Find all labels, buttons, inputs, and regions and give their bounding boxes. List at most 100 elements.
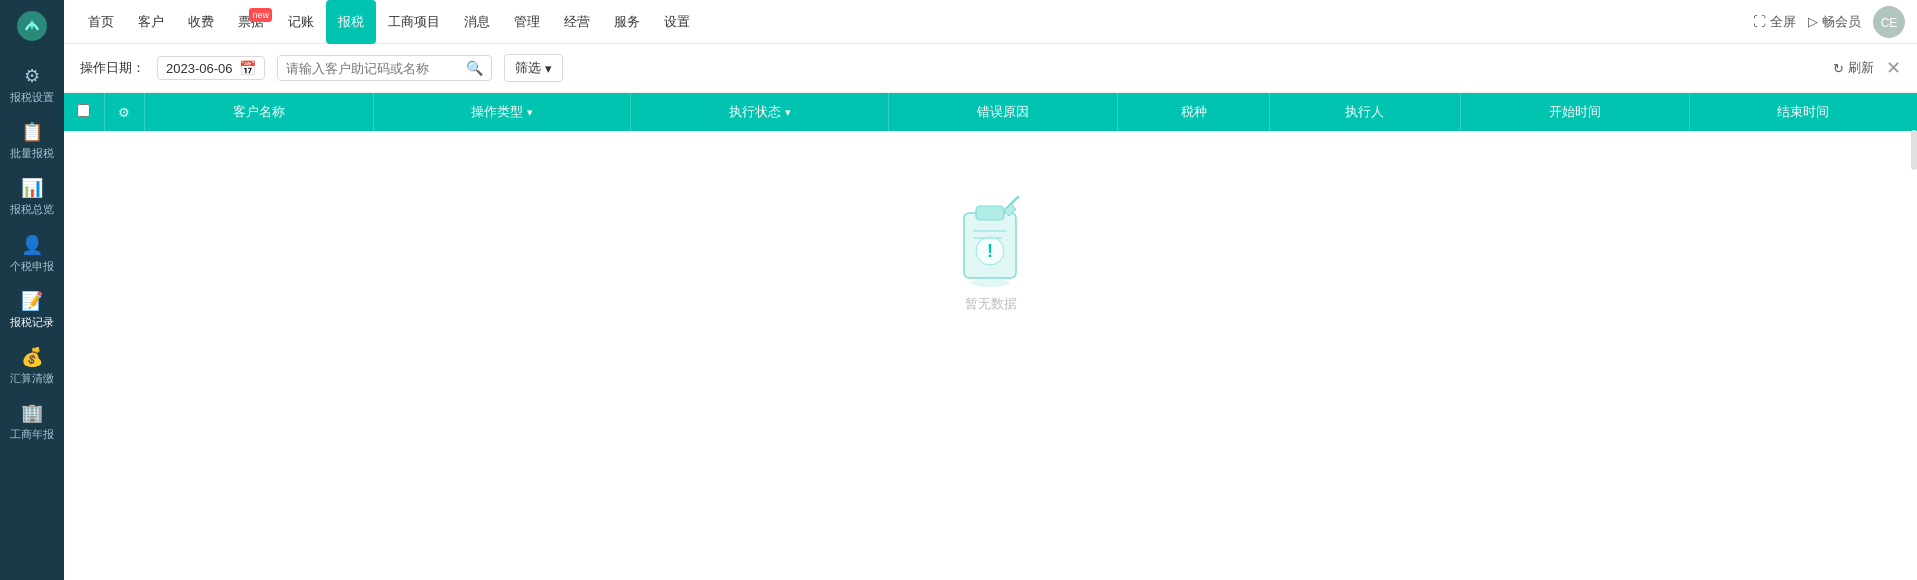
nav-item-guanli[interactable]: 管理 xyxy=(502,0,552,44)
sidebar-icon-baoshuijilu: 📝 xyxy=(20,289,44,313)
table-container: ⚙ 客户名称 操作类型 ▾ 执行状态 ▾ xyxy=(64,93,1917,580)
member-label: 畅会员 xyxy=(1822,13,1861,31)
sidebar-icon-gongshangnianbaoa: 🏢 xyxy=(20,401,44,425)
th-checkbox[interactable] xyxy=(64,93,104,131)
th-customer-name: 客户名称 xyxy=(144,93,373,131)
sidebar-label-baoshuishezhi: 报税设置 xyxy=(10,91,54,104)
top-navigation: 首页 客户 收费票据new 记账 报税 工商项目 消息 管理 经营 服务 设置 ⛶ 全屏 ▷ 畅会员… xyxy=(64,0,1917,44)
sort-icon-status: ▾ xyxy=(785,106,791,118)
nav-item-xiaoxi[interactable]: 消息 xyxy=(452,0,502,44)
svg-rect-4 xyxy=(976,206,1004,220)
empty-state-row: ! xyxy=(64,131,1917,373)
sidebar-icon-geshuishenbaoa: 👤 xyxy=(20,233,44,257)
sidebar-icon-baoshuizonglan: 📊 xyxy=(20,176,44,200)
toolbar: 操作日期： 2023-06-06 📅 🔍 筛选 ▾ ↻ 刷新 xyxy=(64,44,1917,93)
main-area: 首页 客户 收费票据new 记账 报税 工商项目 消息 管理 经营 服务 设置 ⛶ 全屏 ▷ 畅会员… xyxy=(64,0,1917,580)
nav-label-kehu: 客户 xyxy=(138,13,164,31)
empty-state: ! xyxy=(64,131,1917,373)
sidebar-label-geshuishenbaoa: 个税申报 xyxy=(10,260,54,273)
sidebar-label-huisuanqingsuoan: 汇算清缴 xyxy=(10,372,54,385)
date-input[interactable]: 2023-06-06 📅 xyxy=(157,56,265,80)
nav-label-fuwu: 服务 xyxy=(614,13,640,31)
nav-item-fuwu[interactable]: 服务 xyxy=(602,0,652,44)
toolbar-right: ↻ 刷新 ✕ xyxy=(1833,59,1901,77)
date-label: 操作日期： xyxy=(80,59,145,77)
nav-label-shezhi: 设置 xyxy=(664,13,690,31)
badge-piao: new xyxy=(249,8,272,22)
empty-illustration: ! xyxy=(946,191,1036,291)
close-button[interactable]: ✕ xyxy=(1886,59,1901,77)
content-area: 操作日期： 2023-06-06 📅 🔍 筛选 ▾ ↻ 刷新 xyxy=(64,44,1917,580)
th-gear[interactable]: ⚙ xyxy=(104,93,144,131)
select-all-checkbox[interactable] xyxy=(77,104,90,117)
fullscreen-button[interactable]: ⛶ 全屏 xyxy=(1753,13,1796,31)
sidebar-item-baoshuishezhi[interactable]: ⚙ 报税设置 xyxy=(6,56,58,112)
fullscreen-label: 全屏 xyxy=(1770,13,1796,31)
table-header-row: ⚙ 客户名称 操作类型 ▾ 执行状态 ▾ xyxy=(64,93,1917,131)
member-button[interactable]: ▷ 畅会员 xyxy=(1808,13,1861,31)
sidebar-item-piliangbaoshui[interactable]: 📋 批量报税 xyxy=(6,112,58,168)
sidebar-item-huisuanqingsuoan[interactable]: 💰 汇算清缴 xyxy=(6,337,58,393)
th-error-reason: 错误原因 xyxy=(889,93,1118,131)
nav-item-gongshangxiangmu[interactable]: 工商项目 xyxy=(376,0,452,44)
sidebar: ⚙ 报税设置 📋 批量报税 📊 报税总览 👤 个税申报 📝 报税记录 💰 汇算清… xyxy=(0,0,64,580)
sidebar-label-piliangbaoshui: 批量报税 xyxy=(10,147,54,160)
nav-label-jizhang: 记账 xyxy=(288,13,314,31)
filter-button[interactable]: 筛选 ▾ xyxy=(504,54,563,82)
refresh-button[interactable]: ↻ 刷新 xyxy=(1833,59,1874,77)
nav-item-shouye[interactable]: 首页 xyxy=(76,0,126,44)
sidebar-label-baoshuijilu: 报税记录 xyxy=(10,316,54,329)
nav-label-shouye: 首页 xyxy=(88,13,114,31)
nav-label-xiaoxi: 消息 xyxy=(464,13,490,31)
th-end-time: 结束时间 xyxy=(1689,93,1917,131)
video-icon: ▷ xyxy=(1808,14,1818,29)
nav-item-baoshui[interactable]: 报税 xyxy=(326,0,376,44)
nav-label-gongshangxiangmu: 工商项目 xyxy=(388,13,440,31)
svg-text:!: ! xyxy=(987,241,993,261)
search-input[interactable] xyxy=(278,57,458,80)
search-button[interactable]: 🔍 xyxy=(458,56,491,80)
scrollbar-thumb[interactable] xyxy=(1911,130,1917,170)
sidebar-item-gongshangnianbaoa[interactable]: 🏢 工商年报 xyxy=(6,393,58,449)
sort-icon-operation: ▾ xyxy=(527,106,533,118)
nav-item-shezhi[interactable]: 设置 xyxy=(652,0,702,44)
sidebar-label-baoshuizonglan: 报税总览 xyxy=(10,203,54,216)
nav-item-kehu[interactable]: 客户 xyxy=(126,0,176,44)
svg-text:CE: CE xyxy=(1881,16,1898,30)
refresh-label: 刷新 xyxy=(1848,59,1874,77)
fullscreen-icon: ⛶ xyxy=(1753,14,1766,29)
sidebar-icon-piliangbaoshui: 📋 xyxy=(20,120,44,144)
th-execution-status[interactable]: 执行状态 ▾ xyxy=(631,93,889,131)
gear-icon: ⚙ xyxy=(118,105,130,120)
nav-item-shoufeii[interactable]: 收费 xyxy=(176,0,226,44)
th-start-time: 开始时间 xyxy=(1460,93,1689,131)
nav-item-jingying[interactable]: 经营 xyxy=(552,0,602,44)
th-operation-type[interactable]: 操作类型 ▾ xyxy=(373,93,631,131)
date-value: 2023-06-06 xyxy=(166,61,233,76)
sidebar-icon-huisuanqingsuoan: 💰 xyxy=(20,345,44,369)
nav-label-baoshui: 报税 xyxy=(338,13,364,31)
logo xyxy=(14,8,50,44)
filter-label: 筛选 xyxy=(515,59,541,77)
nav-item-jizhang[interactable]: 记账 xyxy=(276,0,326,44)
chevron-down-icon: ▾ xyxy=(545,61,552,76)
user-avatar[interactable]: CE xyxy=(1873,6,1905,38)
sidebar-item-geshuishenbaoa[interactable]: 👤 个税申报 xyxy=(6,225,58,281)
search-wrap: 🔍 xyxy=(277,55,492,81)
th-tax-type: 税种 xyxy=(1118,93,1270,131)
empty-text: 暂无数据 xyxy=(965,295,1017,313)
calendar-icon: 📅 xyxy=(239,60,256,76)
sidebar-item-baoshuijilu[interactable]: 📝 报税记录 xyxy=(6,281,58,337)
nav-label-guanli: 管理 xyxy=(514,13,540,31)
page-area: 操作日期： 2023-06-06 📅 🔍 筛选 ▾ ↻ 刷新 xyxy=(64,44,1917,580)
nav-label-shoufeii: 收费 xyxy=(188,13,214,31)
nav-label-jingying: 经营 xyxy=(564,13,590,31)
sidebar-icon-baoshuishezhi: ⚙ xyxy=(20,64,44,88)
sidebar-label-gongshangnianbaoa: 工商年报 xyxy=(10,428,54,441)
refresh-icon: ↻ xyxy=(1833,61,1844,76)
svg-point-11 xyxy=(970,279,1010,287)
nav-item-piao[interactable]: 票据new xyxy=(226,0,276,44)
data-table: ⚙ 客户名称 操作类型 ▾ 执行状态 ▾ xyxy=(64,93,1917,373)
sidebar-item-baoshuizonglan[interactable]: 📊 报税总览 xyxy=(6,168,58,224)
topnav-right: ⛶ 全屏 ▷ 畅会员 CE xyxy=(1753,6,1905,38)
